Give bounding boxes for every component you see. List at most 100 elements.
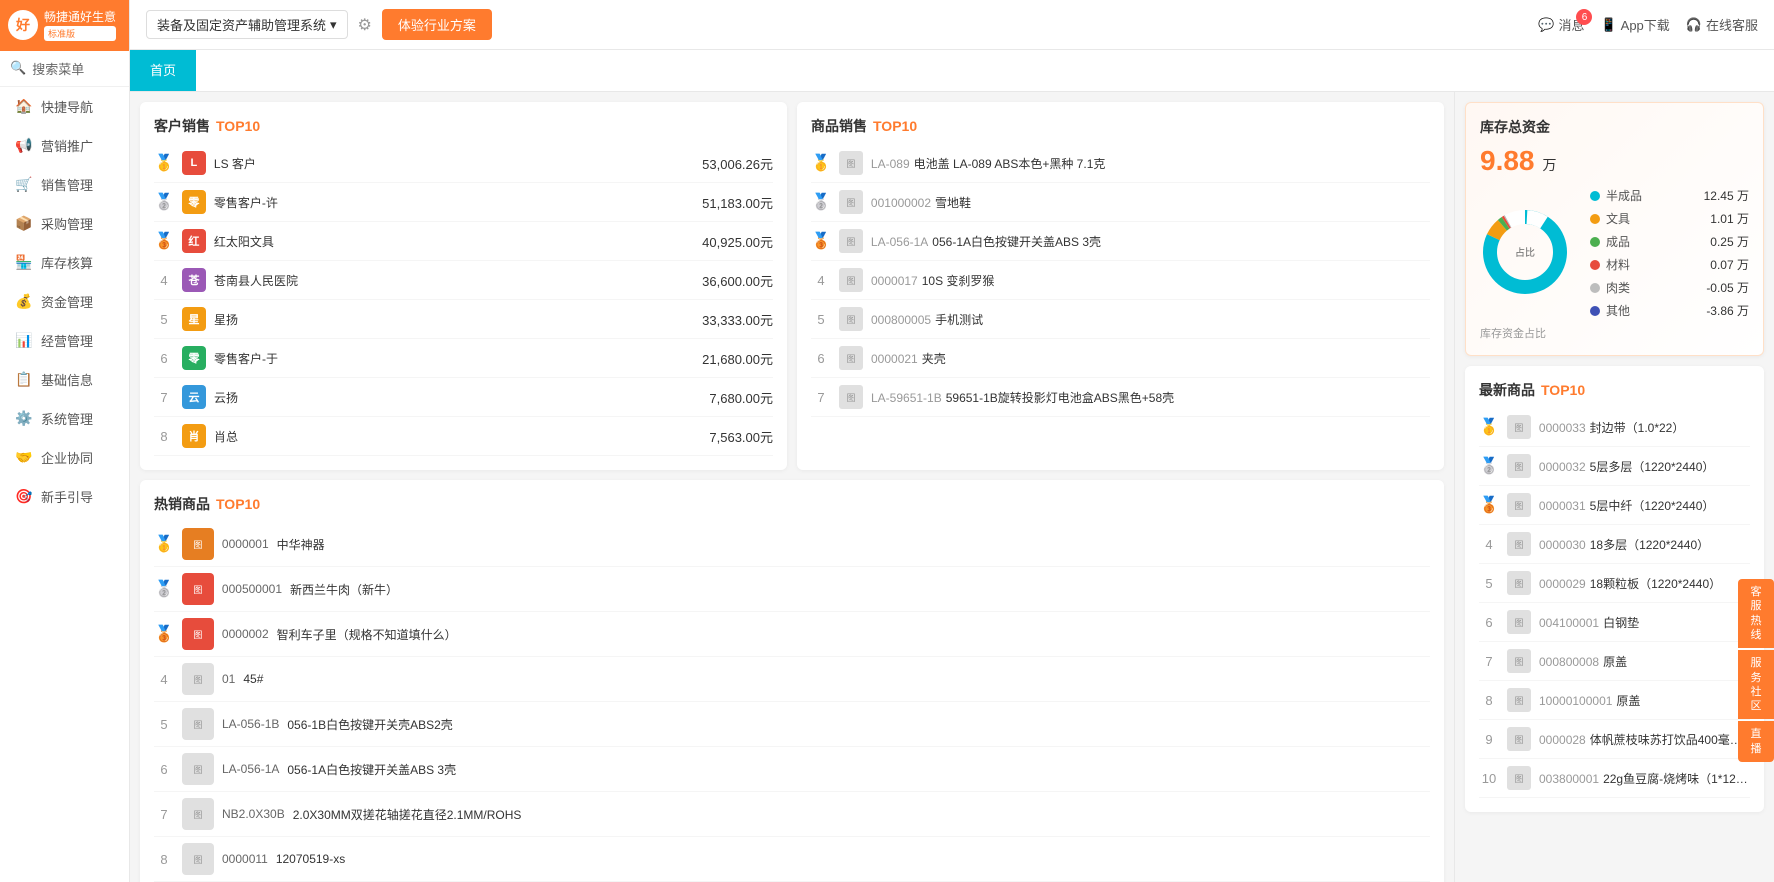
rank-number: 6 bbox=[811, 351, 831, 366]
legend-value: -3.86 万 bbox=[1706, 302, 1749, 319]
new-product-info: 00000325层多层（1220*2440） bbox=[1539, 458, 1750, 475]
hot-products-top10: TOP10 bbox=[216, 496, 260, 512]
settings-icon[interactable]: ⚙ bbox=[358, 15, 372, 35]
product-sales-title: 商品销售 bbox=[811, 116, 867, 136]
new-product-avatar: 图 bbox=[1507, 454, 1531, 478]
svg-text:占比: 占比 bbox=[1515, 246, 1535, 259]
mobile-icon: 📱 bbox=[1600, 17, 1616, 33]
tab-home[interactable]: 首页 bbox=[130, 50, 196, 91]
inventory-total-display: 9.88 万 bbox=[1480, 145, 1749, 177]
rank-number: 10 bbox=[1479, 771, 1499, 786]
product-info: 001000002雪地鞋 bbox=[871, 194, 1430, 211]
hot-product-item: 6 图 LA-056-1A 056-1A白色按键开关盖ABS 3壳 bbox=[154, 747, 1430, 792]
trial-button[interactable]: 体验行业方案 bbox=[382, 9, 492, 40]
new-product-avatar: 图 bbox=[1507, 493, 1531, 517]
rank-number: 7 bbox=[1479, 654, 1499, 669]
sidebar-item-purchase[interactable]: 📦 采购管理 bbox=[0, 204, 129, 243]
customer-avatar: 红 bbox=[182, 229, 206, 253]
gold-medal-icon: 🥇 bbox=[154, 534, 174, 554]
rank-number: 6 bbox=[154, 351, 174, 366]
nav-label: 企业协同 bbox=[41, 448, 93, 467]
rank-number: 5 bbox=[154, 717, 174, 732]
legend-value: 1.01 万 bbox=[1710, 210, 1749, 227]
product-avatar: 图 bbox=[839, 151, 863, 175]
product-name: 2.0X30MM双搓花轴搓花直径2.1MM/ROHS bbox=[293, 806, 522, 823]
online-service-button[interactable]: 🎧 在线客服 bbox=[1686, 15, 1758, 34]
sidebar-item-operations[interactable]: 📊 经营管理 bbox=[0, 321, 129, 360]
silver-medal-icon: 🥈 bbox=[154, 579, 174, 599]
rank-number: 7 bbox=[154, 390, 174, 405]
donut-legend: 半成品 12.45 万 文具 1.01 万 成品 0.25 万 材料 0.07 … bbox=[1590, 187, 1749, 319]
hot-product-item: 5 图 LA-056-1B 056-1B白色按键开关壳ABS2壳 bbox=[154, 702, 1430, 747]
customer-amount: 33,333.00元 bbox=[702, 310, 773, 329]
app-download-button[interactable]: 📱 App下载 bbox=[1600, 15, 1669, 34]
finance-icon: 💰 bbox=[15, 292, 33, 310]
product-avatar: 图 bbox=[839, 190, 863, 214]
sidebar-item-system[interactable]: ⚙️ 系统管理 bbox=[0, 399, 129, 438]
bronze-medal-icon: 🥉 bbox=[154, 624, 174, 644]
legend-item: 其他 -3.86 万 bbox=[1590, 302, 1749, 319]
bronze-medal-icon: 🥉 bbox=[1479, 495, 1499, 515]
product-info: 000001710S 变刹罗猴 bbox=[871, 272, 1430, 289]
legend-item: 文具 1.01 万 bbox=[1590, 210, 1749, 227]
gold-medal-icon: 🥇 bbox=[1479, 417, 1499, 437]
sidebar-item-marketing[interactable]: 📢 营销推广 bbox=[0, 126, 129, 165]
nav-label: 库存核算 bbox=[41, 253, 93, 272]
cs-hotline-button[interactable]: 客服热线 bbox=[1738, 579, 1774, 648]
product-rank-item: 4 图 000001710S 变刹罗猴 bbox=[811, 261, 1430, 300]
product-code: NB2.0X30B bbox=[222, 807, 285, 821]
customer-sales-list: 🥇 L LS 客户 53,006.26元 🥈 零 零售客户-许 51,183.0… bbox=[154, 144, 773, 456]
sidebar-search[interactable]: 🔍 搜索菜单 bbox=[0, 51, 129, 87]
product-sales-top10: TOP10 bbox=[873, 118, 917, 134]
nav-label: 快捷导航 bbox=[41, 97, 93, 116]
gold-medal-icon: 🥇 bbox=[154, 153, 174, 173]
cs-live-button[interactable]: 直播 bbox=[1738, 721, 1774, 762]
sidebar-item-quick-nav[interactable]: 🏠 快捷导航 bbox=[0, 87, 129, 126]
sidebar-item-finance[interactable]: 💰 资金管理 bbox=[0, 282, 129, 321]
inventory-card: 库存总资金 9.88 万 占比 bbox=[1465, 102, 1764, 356]
sidebar-item-collab[interactable]: 🤝 企业协同 bbox=[0, 438, 129, 477]
product-name: 智利车子里（规格不知道填什么） bbox=[277, 626, 457, 643]
inventory-value: 9.88 bbox=[1480, 145, 1535, 177]
hot-products-list: 🥇 图 0000001 中华神器 🥈 图 000500001 新西兰牛肉（新牛）… bbox=[154, 522, 1430, 882]
left-panel: 客户销售 TOP10 🥇 L LS 客户 53,006.26元 🥈 零 零售客户… bbox=[130, 92, 1454, 882]
legend-color bbox=[1590, 237, 1600, 247]
content-tabs: 首页 bbox=[130, 50, 1774, 92]
new-products-list: 🥇 图 0000033封边带（1.0*22） 🥈 图 00000325层多层（1… bbox=[1479, 408, 1750, 798]
cs-community-button[interactable]: 服务社区 bbox=[1738, 650, 1774, 719]
sidebar-item-sales[interactable]: 🛒 销售管理 bbox=[0, 165, 129, 204]
customer-rank-item: 🥉 红 红太阳文具 40,925.00元 bbox=[154, 222, 773, 261]
sales-icon: 🛒 bbox=[15, 175, 33, 193]
new-product-avatar: 图 bbox=[1507, 727, 1531, 751]
customer-amount: 7,563.00元 bbox=[709, 427, 773, 446]
main-area: 装备及固定资产辅助管理系统 ▾ ⚙ 体验行业方案 💬 消息 6 📱 App下载 … bbox=[130, 0, 1774, 882]
sidebar-item-inventory[interactable]: 🏪 库存核算 bbox=[0, 243, 129, 282]
hot-product-item: 🥈 图 000500001 新西兰牛肉（新牛） bbox=[154, 567, 1430, 612]
product-avatar: 图 bbox=[839, 346, 863, 370]
new-product-avatar: 图 bbox=[1507, 532, 1531, 556]
rank-number: 6 bbox=[154, 762, 174, 777]
new-product-info: 00380000122g鱼豆腐-烧烤味（1*12*20） bbox=[1539, 770, 1750, 787]
sidebar-item-basic-info[interactable]: 📋 基础信息 bbox=[0, 360, 129, 399]
nav-label: 采购管理 bbox=[41, 214, 93, 233]
silver-medal-icon: 🥈 bbox=[811, 192, 831, 212]
hot-product-item: 8 图 0000011 12070519-xs bbox=[154, 837, 1430, 882]
product-thumbnail: 图 bbox=[182, 843, 214, 875]
product-code: 0000001 bbox=[222, 537, 269, 551]
rank-number: 5 bbox=[1479, 576, 1499, 591]
customer-rank-item: 5 星 星扬 33,333.00元 bbox=[154, 300, 773, 339]
customer-rank-item: 6 零 零售客户-于 21,680.00元 bbox=[154, 339, 773, 378]
message-button[interactable]: 💬 消息 6 bbox=[1538, 15, 1584, 34]
search-label: 搜索菜单 bbox=[32, 59, 84, 78]
rank-number: 5 bbox=[811, 312, 831, 327]
rank-number: 8 bbox=[154, 429, 174, 444]
sidebar-item-guide[interactable]: 🎯 新手引导 bbox=[0, 477, 129, 516]
customer-avatar: 星 bbox=[182, 307, 206, 331]
product-code: 000500001 bbox=[222, 582, 282, 596]
system-selector[interactable]: 装备及固定资产辅助管理系统 ▾ bbox=[146, 10, 348, 39]
product-info: 000800005手机测试 bbox=[871, 311, 1430, 328]
legend-item: 材料 0.07 万 bbox=[1590, 256, 1749, 273]
product-avatar: 图 bbox=[839, 229, 863, 253]
page-content: 客户销售 TOP10 🥇 L LS 客户 53,006.26元 🥈 零 零售客户… bbox=[130, 92, 1774, 882]
product-rank-item: 🥉 图 LA-056-1A056-1A白色按键开关盖ABS 3壳 bbox=[811, 222, 1430, 261]
